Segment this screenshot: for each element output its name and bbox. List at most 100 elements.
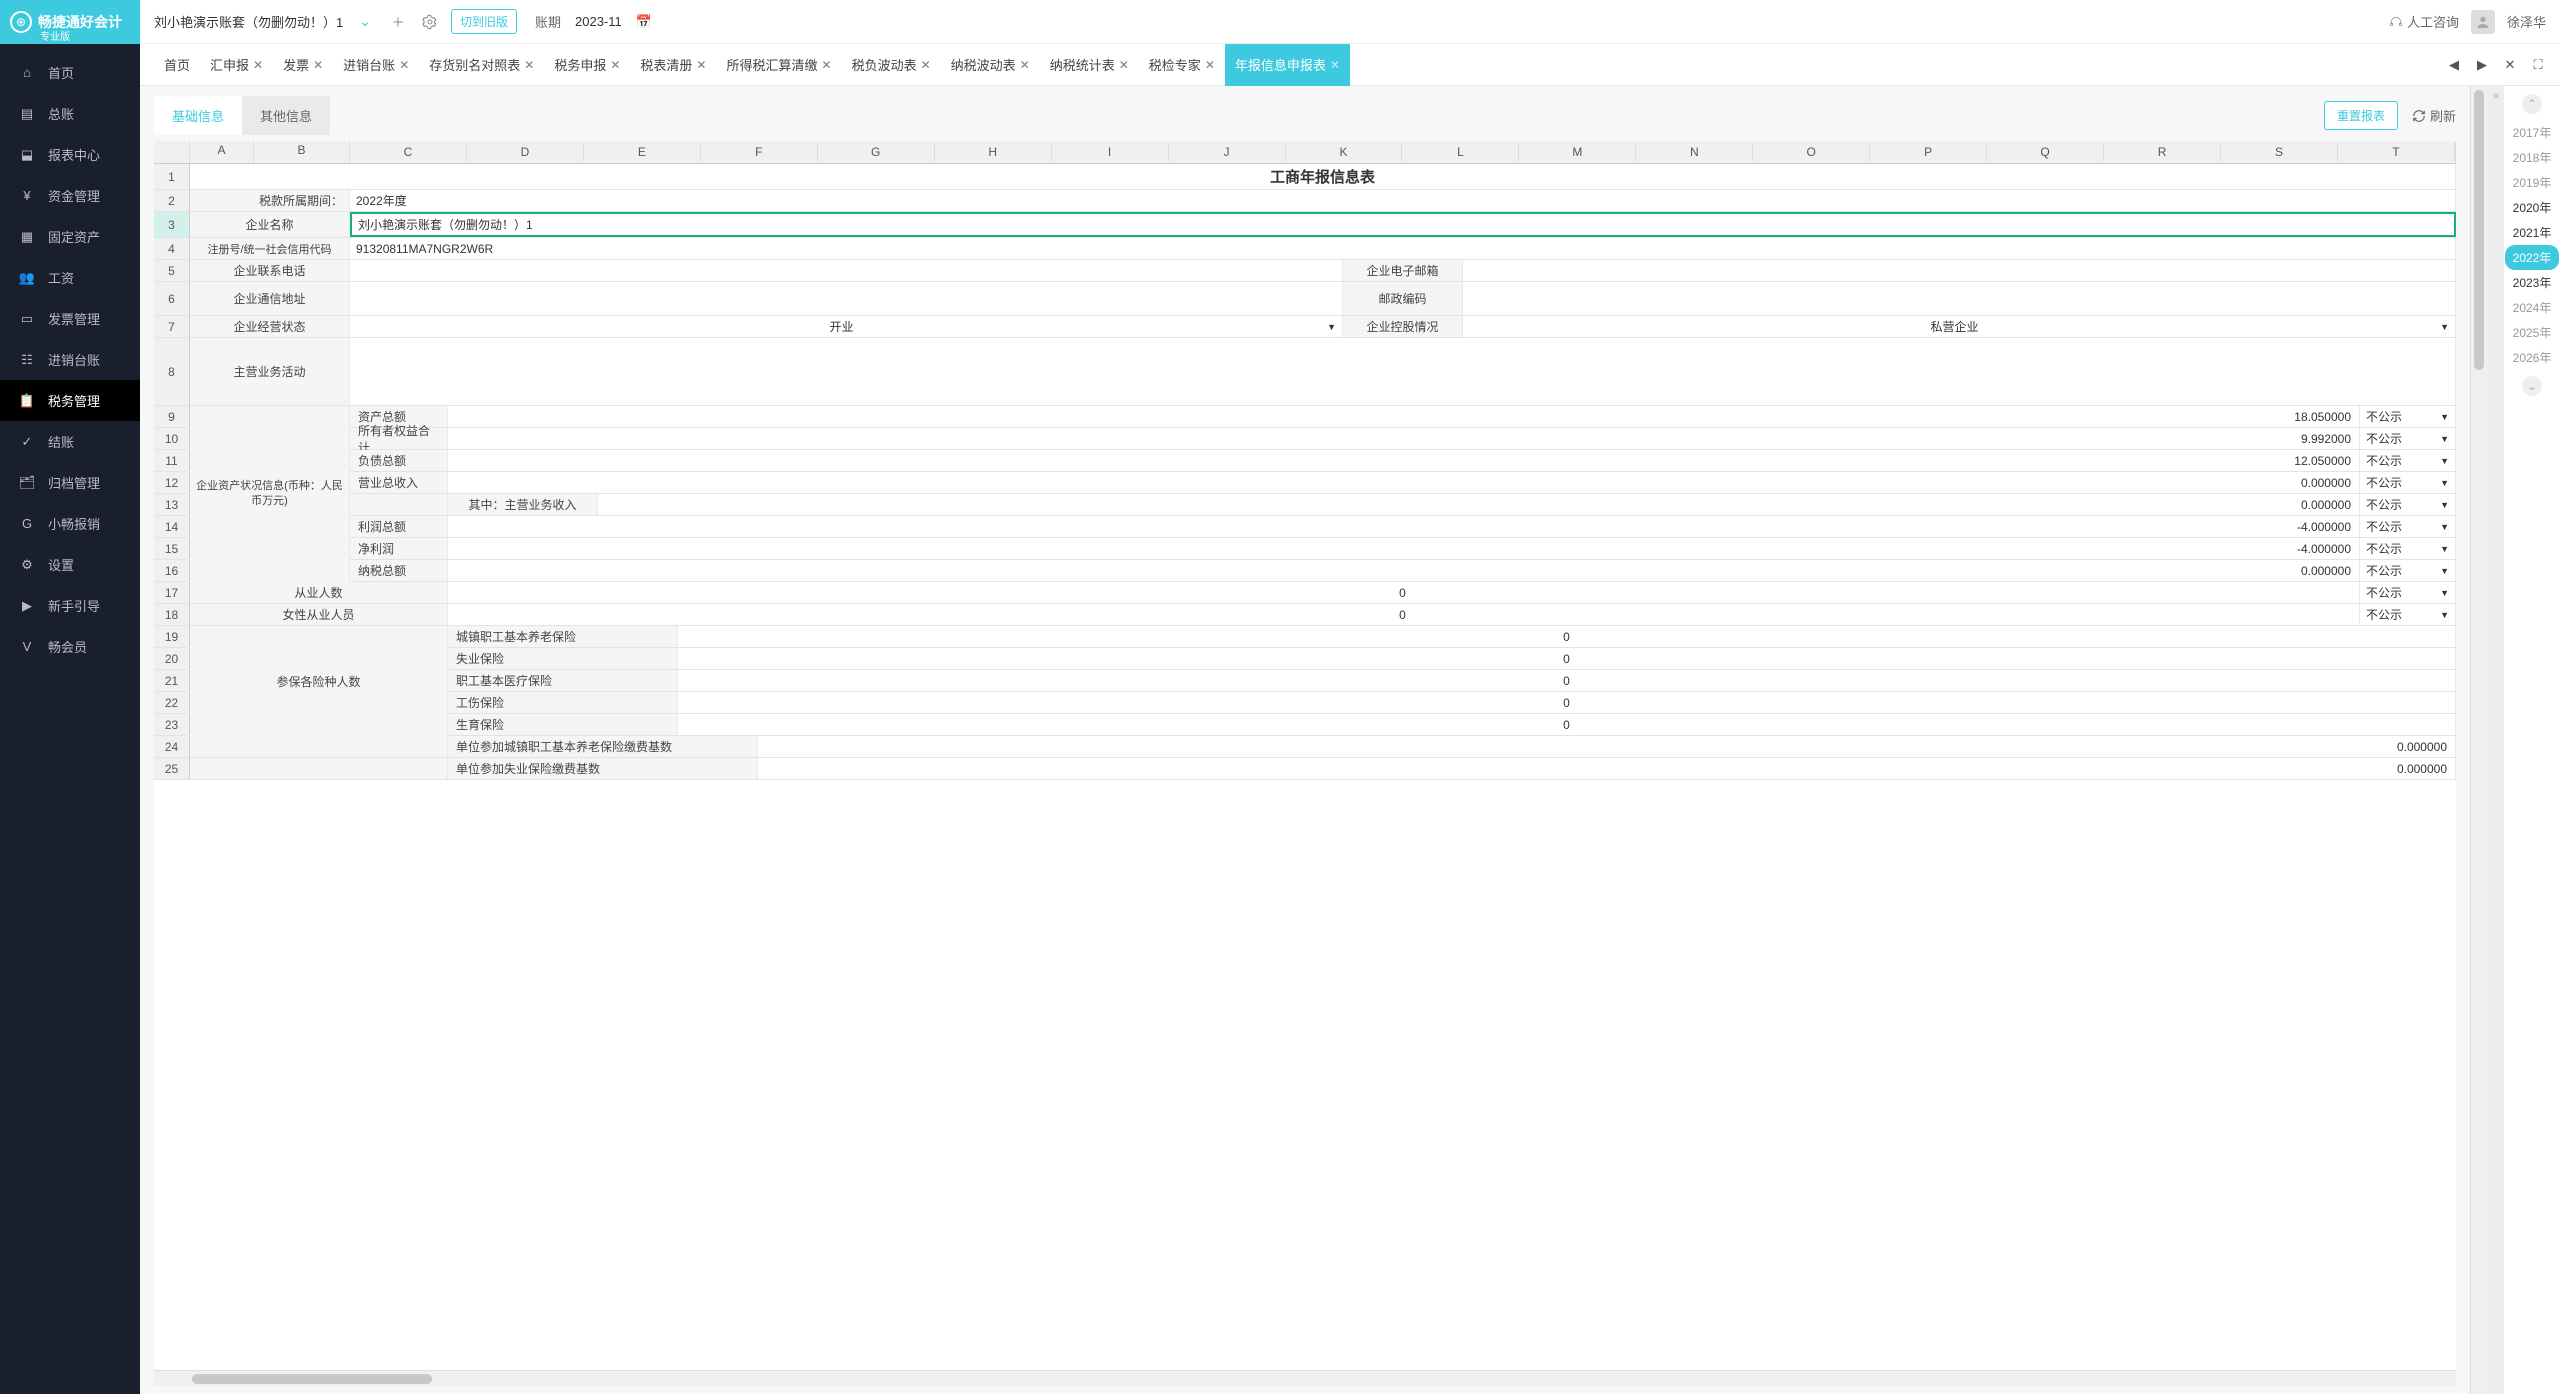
- tab-0[interactable]: 首页: [154, 44, 200, 86]
- year-2022年[interactable]: 2022年: [2505, 245, 2560, 270]
- r7-value[interactable]: 开业▼: [350, 316, 1343, 337]
- row-head-22[interactable]: 22: [154, 692, 190, 713]
- subtab-other[interactable]: 其他信息: [242, 96, 330, 135]
- row-head-14[interactable]: 14: [154, 516, 190, 537]
- grid-body[interactable]: 1工商年报信息表2税款所属期间：2022年度3企业名称刘小艳演示账套（勿删勿动！…: [154, 164, 2456, 1370]
- col-header-F[interactable]: F: [701, 143, 818, 161]
- row-head-20[interactable]: 20: [154, 648, 190, 669]
- year-2024年[interactable]: 2024年: [2505, 295, 2560, 320]
- year-2021年[interactable]: 2021年: [2505, 220, 2560, 245]
- fin-val-13[interactable]: 0.000000: [598, 494, 2360, 515]
- row-head-21[interactable]: 21: [154, 670, 190, 691]
- row-head-23[interactable]: 23: [154, 714, 190, 735]
- row-head-12[interactable]: 12: [154, 472, 190, 493]
- tab-close-all-icon[interactable]: ✕: [2498, 53, 2522, 77]
- year-2020年[interactable]: 2020年: [2505, 195, 2560, 220]
- tab-close-10-icon[interactable]: ✕: [1119, 58, 1129, 72]
- tab-close-3-icon[interactable]: ✕: [399, 58, 409, 72]
- row-head-7[interactable]: 7: [154, 316, 190, 337]
- fin-pub-11[interactable]: 不公示▼: [2360, 450, 2456, 471]
- tab-close-7-icon[interactable]: ✕: [822, 58, 832, 72]
- calendar-icon[interactable]: 📅: [636, 14, 652, 30]
- row-head-17[interactable]: 17: [154, 582, 190, 603]
- row-head-13[interactable]: 13: [154, 494, 190, 515]
- fin-val-10[interactable]: 9.992000: [448, 428, 2360, 449]
- sidebar-item-12[interactable]: ⚙设置: [0, 544, 140, 585]
- row-head-6[interactable]: 6: [154, 282, 190, 315]
- row-head-4[interactable]: 4: [154, 238, 190, 259]
- sidebar-item-4[interactable]: ▦固定资产: [0, 216, 140, 257]
- tab-close-4-icon[interactable]: ✕: [524, 58, 534, 72]
- row-head-2[interactable]: 2: [154, 190, 190, 211]
- refresh-button[interactable]: 刷新: [2412, 106, 2456, 125]
- col-header-P[interactable]: P: [1870, 143, 1987, 161]
- r18-pub[interactable]: 不公示▼: [2360, 604, 2456, 625]
- sidebar-item-13[interactable]: ▶新手引导: [0, 585, 140, 626]
- sidebar-item-11[interactable]: G小畅报销: [0, 503, 140, 544]
- r6-value2[interactable]: [1463, 282, 2456, 315]
- r6-value[interactable]: [350, 282, 1343, 315]
- collapse-rail-icon[interactable]: «: [2488, 86, 2504, 1394]
- r5-value2[interactable]: [1463, 260, 2456, 281]
- year-down-icon[interactable]: ⌄: [2522, 376, 2542, 396]
- tab-close-1-icon[interactable]: ✕: [253, 58, 263, 72]
- year-2018年[interactable]: 2018年: [2505, 145, 2560, 170]
- r2-value[interactable]: 2022年度: [350, 190, 2456, 211]
- tab-prev-icon[interactable]: ◀: [2442, 53, 2466, 77]
- col-header-I[interactable]: I: [1052, 143, 1169, 161]
- tab-2[interactable]: 发票✕: [273, 44, 333, 86]
- sidebar-item-10[interactable]: 🗂归档管理: [0, 462, 140, 503]
- col-header-H[interactable]: H: [935, 143, 1052, 161]
- fin-pub-9[interactable]: 不公示▼: [2360, 406, 2456, 427]
- col-header-Q[interactable]: Q: [1987, 143, 2104, 161]
- tab-7[interactable]: 所得税汇算清缴✕: [716, 44, 841, 86]
- fullscreen-icon[interactable]: ⛶: [2526, 53, 2550, 77]
- year-2023年[interactable]: 2023年: [2505, 270, 2560, 295]
- ins-val-23[interactable]: 0: [678, 714, 2456, 735]
- r17-val[interactable]: 0: [448, 582, 2360, 603]
- sidebar-item-8[interactable]: 📋税务管理: [0, 380, 140, 421]
- tab-close-2-icon[interactable]: ✕: [313, 58, 323, 72]
- sidebar-item-0[interactable]: ⌂首页: [0, 52, 140, 93]
- account-dropdown-icon[interactable]: ⌄: [353, 13, 377, 30]
- tab-close-9-icon[interactable]: ✕: [1020, 58, 1030, 72]
- fin-val-16[interactable]: 0.000000: [448, 560, 2360, 581]
- row-head-9[interactable]: 9: [154, 406, 190, 427]
- tab-6[interactable]: 税表清册✕: [630, 44, 716, 86]
- col-header-L[interactable]: L: [1402, 143, 1519, 161]
- sidebar-item-14[interactable]: V畅会员: [0, 626, 140, 667]
- tab-5[interactable]: 税务申报✕: [544, 44, 630, 86]
- tab-close-6-icon[interactable]: ✕: [696, 58, 706, 72]
- col-header-E[interactable]: E: [584, 143, 701, 161]
- col-header-M[interactable]: M: [1519, 143, 1636, 161]
- vertical-scrollbar[interactable]: [2470, 86, 2488, 1394]
- col-header-G[interactable]: G: [818, 143, 935, 161]
- sidebar-item-6[interactable]: ▭发票管理: [0, 298, 140, 339]
- row-head-11[interactable]: 11: [154, 450, 190, 471]
- r25-val[interactable]: 0.000000: [758, 758, 2456, 779]
- row-head-16[interactable]: 16: [154, 560, 190, 581]
- add-icon[interactable]: [387, 11, 409, 33]
- r4-value[interactable]: 91320811MA7NGR2W6R: [350, 238, 2456, 259]
- col-header-C[interactable]: C: [350, 143, 467, 161]
- row-head-24[interactable]: 24: [154, 736, 190, 757]
- horizontal-scrollbar[interactable]: [154, 1370, 2456, 1386]
- r17-pub[interactable]: 不公示▼: [2360, 582, 2456, 603]
- tab-close-12-icon[interactable]: ✕: [1330, 58, 1340, 72]
- row-head-5[interactable]: 5: [154, 260, 190, 281]
- tab-8[interactable]: 税负波动表✕: [842, 44, 941, 86]
- year-2026年[interactable]: 2026年: [2505, 345, 2560, 370]
- sidebar-item-9[interactable]: ✓结账: [0, 421, 140, 462]
- sidebar-item-5[interactable]: 👥工资: [0, 257, 140, 298]
- tab-12[interactable]: 年报信息申报表✕: [1225, 44, 1350, 86]
- tab-3[interactable]: 进销台账✕: [333, 44, 419, 86]
- tab-close-8-icon[interactable]: ✕: [921, 58, 931, 72]
- tab-4[interactable]: 存货别名对照表✕: [419, 44, 544, 86]
- row-head-19[interactable]: 19: [154, 626, 190, 647]
- r8-value[interactable]: [350, 338, 2456, 405]
- year-2019年[interactable]: 2019年: [2505, 170, 2560, 195]
- fin-pub-15[interactable]: 不公示▼: [2360, 538, 2456, 559]
- r24-val[interactable]: 0.000000: [758, 736, 2456, 757]
- fin-pub-13[interactable]: 不公示▼: [2360, 494, 2456, 515]
- year-2017年[interactable]: 2017年: [2505, 120, 2560, 145]
